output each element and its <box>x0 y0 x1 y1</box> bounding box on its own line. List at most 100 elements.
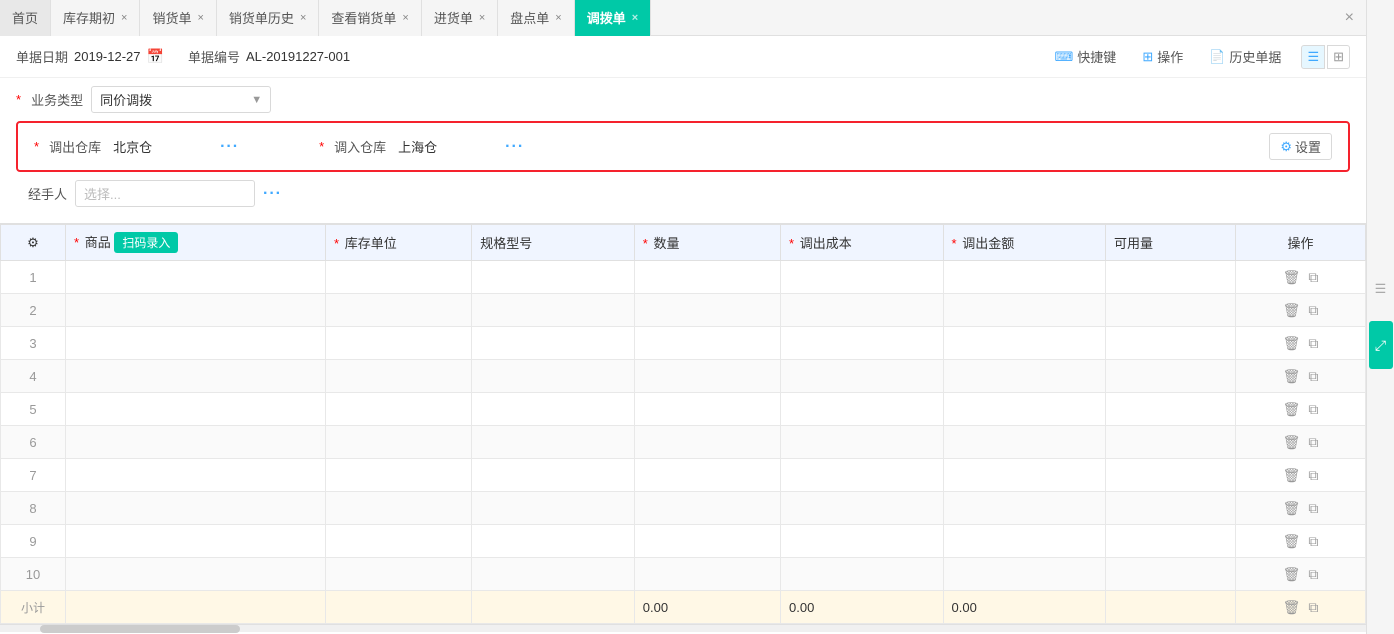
operation-cell: 🗑⧉ <box>1236 558 1366 591</box>
close-all-tabs[interactable]: × <box>1333 9 1366 27</box>
tab-sales-order-close[interactable]: × <box>197 12 203 24</box>
tab-inventory-check-close[interactable]: × <box>555 12 561 24</box>
tab-sales-order-label: 销货单 <box>152 8 191 27</box>
quantity-cell <box>634 525 780 558</box>
tab-inventory-check[interactable]: 盘点单 × <box>498 0 574 36</box>
col-gear-icon[interactable]: ⚙ <box>27 235 39 250</box>
horizontal-scrollbar[interactable] <box>0 624 1366 632</box>
delete-row-btn[interactable]: 🗑 <box>1283 401 1301 418</box>
row-op-group: 🗑⧉ <box>1244 294 1357 326</box>
product-cell[interactable] <box>66 459 326 492</box>
table-row: 3🗑⧉ <box>1 327 1366 360</box>
available-cell <box>1106 525 1236 558</box>
grid-icon: ⊞ <box>1142 49 1153 65</box>
delete-row-btn[interactable]: 🗑 <box>1283 500 1301 517</box>
business-type-label: 业务类型 <box>31 90 83 109</box>
calendar-icon[interactable]: 📅 <box>147 48 164 65</box>
cost-cell <box>781 558 944 591</box>
copy-row-btn[interactable]: ⧉ <box>1308 599 1318 616</box>
operation-cell: 🗑⧉ <box>1236 294 1366 327</box>
product-cell[interactable] <box>66 492 326 525</box>
delete-row-btn[interactable]: 🗑 <box>1283 533 1301 550</box>
table-row: 1🗑⧉ <box>1 261 1366 294</box>
product-cell[interactable] <box>66 261 326 294</box>
amount-cell: 0.00 <box>943 591 1106 624</box>
copy-row-btn[interactable]: ⧉ <box>1308 533 1318 550</box>
copy-row-btn[interactable]: ⧉ <box>1308 368 1318 385</box>
history-btn[interactable]: 📄 历史单据 <box>1203 44 1287 69</box>
right-panel-expand-btn[interactable]: ⤢ <box>1369 321 1393 369</box>
tab-view-sales-close[interactable]: × <box>402 12 408 24</box>
delete-row-btn[interactable]: 🗑 <box>1283 434 1301 451</box>
copy-row-btn[interactable]: ⧉ <box>1308 269 1318 286</box>
tab-transfer-order[interactable]: 调拨单 × <box>575 0 651 36</box>
delete-row-btn[interactable]: 🗑 <box>1283 335 1301 352</box>
col-product: * 商品 扫码录入 <box>66 225 326 261</box>
tab-sales-history-close[interactable]: × <box>300 12 306 24</box>
copy-row-btn[interactable]: ⧉ <box>1308 302 1318 319</box>
spec-cell <box>472 492 635 525</box>
tab-inventory-init[interactable]: 库存期初 × <box>51 0 140 36</box>
operations-btn[interactable]: ⊞ 操作 <box>1136 44 1189 69</box>
row-op-group: 🗑⧉ <box>1244 558 1357 590</box>
view-grid-btn[interactable]: ⊞ <box>1327 45 1350 69</box>
scroll-thumb[interactable] <box>40 625 240 633</box>
in-warehouse-more-btn[interactable]: ··· <box>505 138 524 156</box>
copy-row-btn[interactable]: ⧉ <box>1308 566 1318 583</box>
unit-cell <box>326 360 472 393</box>
in-warehouse-required-star: * <box>319 139 324 154</box>
unit-cell <box>326 294 472 327</box>
quantity-cell <box>634 261 780 294</box>
gear-settings-icon: ⚙ <box>1280 139 1292 155</box>
delete-row-btn[interactable]: 🗑 <box>1283 368 1301 385</box>
tab-sales-history[interactable]: 销货单历史 × <box>217 0 319 36</box>
copy-row-btn[interactable]: ⧉ <box>1308 500 1318 517</box>
delete-row-btn[interactable]: 🗑 <box>1283 467 1301 484</box>
shortcuts-btn[interactable]: ⌨ 快捷键 <box>1049 44 1123 69</box>
tab-purchase-order[interactable]: 进货单 × <box>422 0 498 36</box>
tab-transfer-order-label: 调拨单 <box>587 8 626 27</box>
right-panel-list-btn[interactable]: ☰ <box>1369 265 1393 313</box>
business-type-select[interactable]: 同价调拨 ▼ <box>91 86 271 113</box>
product-cell[interactable] <box>66 558 326 591</box>
spec-cell <box>472 525 635 558</box>
product-cell[interactable] <box>66 426 326 459</box>
tab-sales-order[interactable]: 销货单 × <box>140 0 216 36</box>
product-cell[interactable] <box>66 393 326 426</box>
product-cell[interactable] <box>66 294 326 327</box>
available-cell <box>1106 393 1236 426</box>
copy-row-btn[interactable]: ⧉ <box>1308 467 1318 484</box>
table-row: 9🗑⧉ <box>1 525 1366 558</box>
business-type-required-star: * <box>16 92 21 107</box>
copy-row-btn[interactable]: ⧉ <box>1308 335 1318 352</box>
tab-purchase-order-close[interactable]: × <box>479 12 485 24</box>
delete-row-btn[interactable]: 🗑 <box>1283 302 1301 319</box>
product-cell[interactable] <box>66 360 326 393</box>
tab-inventory-init-close[interactable]: × <box>121 12 127 24</box>
delete-row-btn[interactable]: 🗑 <box>1283 599 1301 616</box>
handler-select[interactable]: 选择... <box>75 180 255 207</box>
copy-row-btn[interactable]: ⧉ <box>1308 434 1318 451</box>
table-container: ⚙ * 商品 扫码录入 * 库存单位 规格型号 * 数量 <box>0 223 1366 624</box>
view-list-btn[interactable]: ☰ <box>1301 45 1325 69</box>
row-op-group: 🗑⧉ <box>1244 591 1357 623</box>
settings-button[interactable]: ⚙ 设置 <box>1269 133 1332 160</box>
scan-input-btn[interactable]: 扫码录入 <box>114 232 178 253</box>
handler-placeholder: 选择... <box>84 184 121 203</box>
cost-cell <box>781 393 944 426</box>
quantity-cell <box>634 294 780 327</box>
product-cell[interactable] <box>66 525 326 558</box>
tab-transfer-order-close[interactable]: × <box>632 12 638 24</box>
tab-home[interactable]: 首页 <box>0 0 51 36</box>
delete-row-btn[interactable]: 🗑 <box>1283 566 1301 583</box>
in-warehouse-label: 调入仓库 <box>334 137 386 156</box>
product-cell[interactable] <box>66 327 326 360</box>
available-cell <box>1106 360 1236 393</box>
delete-row-btn[interactable]: 🗑 <box>1283 269 1301 286</box>
tab-view-sales[interactable]: 查看销货单 × <box>319 0 421 36</box>
out-warehouse-required-star: * <box>34 139 39 154</box>
handler-more-btn[interactable]: ··· <box>263 185 282 203</box>
tab-home-label: 首页 <box>12 8 38 27</box>
copy-row-btn[interactable]: ⧉ <box>1308 401 1318 418</box>
out-warehouse-more-btn[interactable]: ··· <box>220 138 239 156</box>
